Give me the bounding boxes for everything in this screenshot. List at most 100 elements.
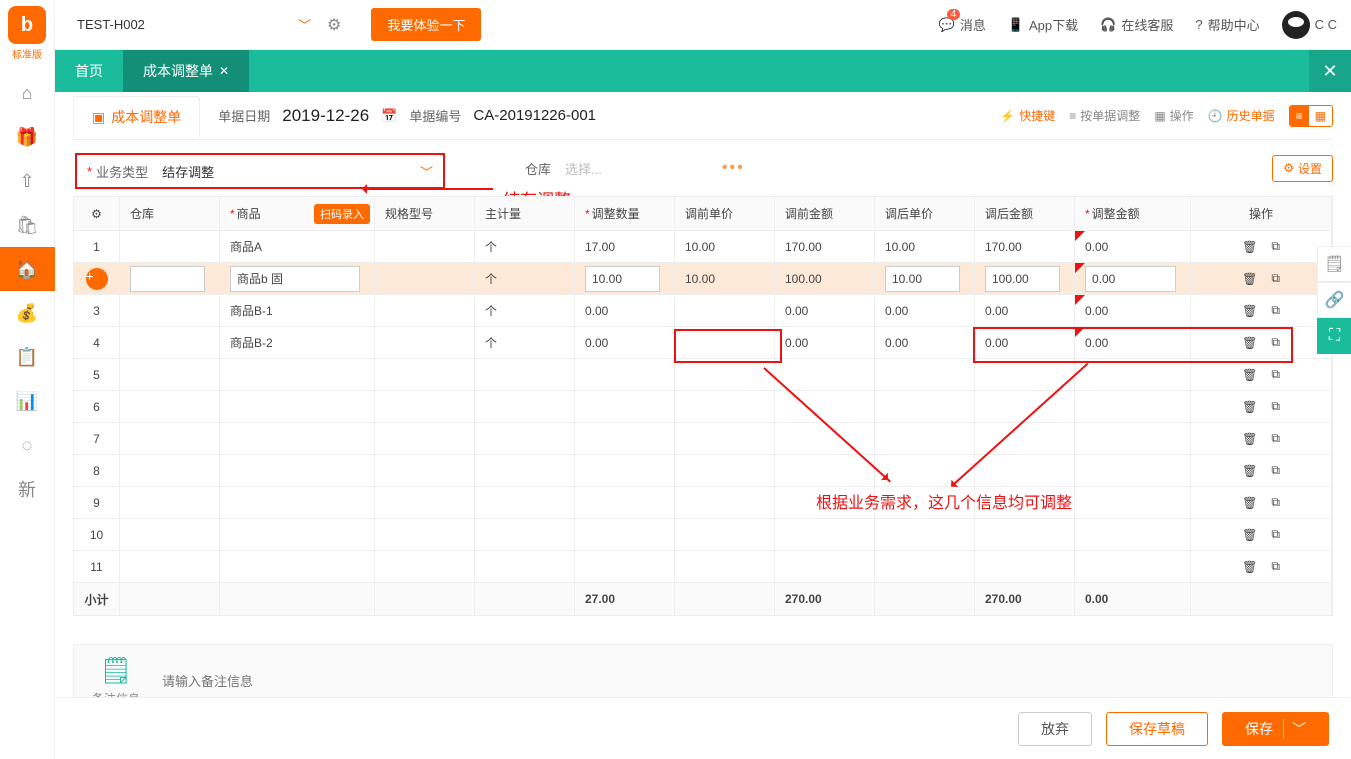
col-warehouse: 仓库 bbox=[120, 197, 220, 230]
remark-input[interactable] bbox=[162, 674, 1314, 689]
nav-clipboard-icon[interactable]: 📋 bbox=[0, 335, 55, 379]
copy-row-icon[interactable]: ⧉ bbox=[1271, 367, 1280, 382]
right-tool-rail: 🗒 🔗 ⛶ bbox=[1317, 246, 1351, 354]
save-draft-button[interactable]: 保存草稿 bbox=[1106, 712, 1208, 746]
app-logo: b bbox=[8, 6, 46, 44]
messages-link[interactable]: 💬 4 消息 bbox=[939, 15, 986, 34]
delete-row-icon[interactable]: 🗑 bbox=[1242, 240, 1257, 254]
view-toggle[interactable]: ≡▦ bbox=[1289, 105, 1333, 127]
tenant-selector[interactable]: TEST-H002 ﹀ bbox=[69, 10, 319, 40]
delete-row-icon[interactable]: 🗑 bbox=[1242, 528, 1257, 542]
copy-row-icon[interactable]: ⧉ bbox=[1271, 463, 1280, 478]
copy-row-icon[interactable]: ⧉ bbox=[1271, 527, 1280, 542]
delete-row-icon[interactable]: 🗑 bbox=[1242, 336, 1257, 350]
app-download-link[interactable]: 📱App下载 bbox=[1008, 15, 1078, 34]
table-row[interactable]: 4商品B-2个0.000.000.000.000.00🗑⧉ bbox=[74, 327, 1332, 359]
app-edition: 标准版 bbox=[12, 46, 42, 61]
table-row[interactable]: +商品b 固个10.0010.00100.0010.00100.000.00🗑⧉ bbox=[74, 263, 1332, 295]
bolt-icon: ⚡ bbox=[1000, 109, 1015, 123]
nav-gift-icon[interactable]: 🎁 bbox=[0, 115, 55, 159]
gear-icon[interactable]: ⚙ bbox=[327, 15, 341, 35]
doc-no-label: 单据编号 bbox=[409, 106, 461, 125]
chevron-down-icon[interactable]: ﹀ bbox=[1283, 719, 1306, 739]
customer-service-link[interactable]: 🎧在线客服 bbox=[1100, 15, 1173, 34]
help-center-link[interactable]: ?帮助中心 bbox=[1195, 15, 1259, 34]
nav-money-icon[interactable]: 💰 bbox=[0, 291, 55, 335]
view-grid-icon[interactable]: ▦ bbox=[1309, 106, 1332, 126]
chevron-down-icon: ﹀ bbox=[298, 15, 311, 34]
copy-row-icon[interactable]: ⧉ bbox=[1271, 303, 1280, 318]
note-tool-icon[interactable]: 🗒 bbox=[1317, 246, 1351, 282]
copy-row-icon[interactable]: ⧉ bbox=[1271, 559, 1280, 574]
col-pre-price: 调前单价 bbox=[675, 197, 775, 230]
scan-input-chip[interactable]: 扫码录入 bbox=[314, 204, 370, 224]
nav-cycle-icon[interactable]: ◌ bbox=[0, 423, 55, 467]
table-row[interactable]: 10🗑⧉ bbox=[74, 519, 1332, 551]
nav-upload-icon[interactable]: ⇧ bbox=[0, 159, 55, 203]
note-icon: 🗒 bbox=[92, 655, 140, 686]
col-ops: 操作 bbox=[1191, 197, 1332, 230]
add-row-icon[interactable]: + bbox=[86, 268, 108, 290]
doc-header: ▣ 成本调整单 单据日期 2019-12-26 📅 单据编号 CA-201912… bbox=[73, 92, 1333, 140]
close-all-tabs[interactable]: ✕ bbox=[1309, 50, 1351, 92]
adjust-by-bill-link[interactable]: ≡按单据调整 bbox=[1069, 107, 1140, 124]
left-nav-rail: b 标准版 ⌂ 🎁 ⇧ 🛍 🏠 💰 📋 📊 ◌ 新 bbox=[0, 0, 55, 759]
copy-row-icon[interactable]: ⧉ bbox=[1271, 431, 1280, 446]
table-row[interactable]: 3商品B-1个0.000.000.000.000.00🗑⧉ bbox=[74, 295, 1332, 327]
settings-button[interactable]: ⚙设置 bbox=[1272, 155, 1333, 182]
delete-row-icon[interactable]: 🗑 bbox=[1242, 400, 1257, 414]
history-link[interactable]: 🕘历史单据 bbox=[1208, 107, 1275, 124]
try-button[interactable]: 我要体验一下 bbox=[371, 8, 481, 41]
nav-bag-icon[interactable]: 🛍 bbox=[0, 203, 55, 247]
page-tab-bar: 首页 成本调整单 ✕ ✕ bbox=[55, 50, 1351, 92]
copy-row-icon[interactable]: ⧉ bbox=[1271, 239, 1280, 254]
nav-new-icon[interactable]: 新 bbox=[0, 467, 55, 511]
table-row[interactable]: 8🗑⧉ bbox=[74, 455, 1332, 487]
more-icon[interactable]: ••• bbox=[722, 159, 745, 177]
doc-date-value[interactable]: 2019-12-26 bbox=[282, 106, 369, 126]
calendar-icon[interactable]: 📅 bbox=[381, 108, 397, 124]
tab-cost-adjust[interactable]: 成本调整单 ✕ bbox=[123, 50, 249, 92]
tab-home[interactable]: 首页 bbox=[55, 50, 123, 92]
expand-tool-icon[interactable]: ⛶ bbox=[1317, 318, 1351, 354]
grid-footer: 小计 27.00 270.00 270.00 0.00 bbox=[74, 583, 1332, 615]
doc-title-tab[interactable]: ▣ 成本调整单 bbox=[73, 96, 200, 137]
delete-row-icon[interactable]: 🗑 bbox=[1242, 432, 1257, 446]
user-menu[interactable]: C C bbox=[1282, 11, 1337, 39]
save-button[interactable]: 保存﹀ bbox=[1222, 712, 1329, 746]
nav-home-icon[interactable]: ⌂ bbox=[0, 71, 55, 115]
subtotal-label: 小计 bbox=[74, 583, 120, 615]
remark-section: 🗒 备注信息 bbox=[73, 644, 1333, 697]
close-icon[interactable]: ✕ bbox=[219, 64, 229, 78]
delete-row-icon[interactable]: 🗑 bbox=[1242, 560, 1257, 574]
discard-button[interactable]: 放弃 bbox=[1018, 712, 1092, 746]
delete-row-icon[interactable]: 🗑 bbox=[1242, 304, 1257, 318]
table-row[interactable]: 6🗑⧉ bbox=[74, 391, 1332, 423]
col-spec: 规格型号 bbox=[375, 197, 475, 230]
grid-icon: ▦ bbox=[1154, 109, 1165, 123]
delete-row-icon[interactable]: 🗑 bbox=[1242, 496, 1257, 510]
delete-row-icon[interactable]: 🗑 bbox=[1242, 464, 1257, 478]
col-settings-icon[interactable]: ⚙ bbox=[74, 197, 120, 230]
copy-row-icon[interactable]: ⧉ bbox=[1271, 271, 1280, 286]
hotkey-link[interactable]: ⚡快捷键 bbox=[1000, 107, 1055, 124]
operations-link[interactable]: ▦操作 bbox=[1154, 107, 1193, 124]
nav-warehouse-icon[interactable]: 🏠 bbox=[0, 247, 55, 291]
copy-row-icon[interactable]: ⧉ bbox=[1271, 399, 1280, 414]
table-row[interactable]: 5🗑⧉ bbox=[74, 359, 1332, 391]
business-type-select[interactable]: * 业务类型 结存调整 ﹀ bbox=[75, 153, 445, 189]
nav-report-icon[interactable]: 📊 bbox=[0, 379, 55, 423]
delete-row-icon[interactable]: 🗑 bbox=[1242, 272, 1257, 286]
view-list-icon[interactable]: ≡ bbox=[1290, 106, 1309, 126]
copy-row-icon[interactable]: ⧉ bbox=[1271, 495, 1280, 510]
link-tool-icon[interactable]: 🔗 bbox=[1317, 282, 1351, 318]
table-row[interactable]: 9🗑⧉ bbox=[74, 487, 1332, 519]
delete-row-icon[interactable]: 🗑 bbox=[1242, 368, 1257, 382]
table-row[interactable]: 11🗑⧉ bbox=[74, 551, 1332, 583]
copy-row-icon[interactable]: ⧉ bbox=[1271, 335, 1280, 350]
col-product: *商品扫码录入 bbox=[220, 197, 375, 230]
warehouse-select[interactable]: 选择... bbox=[565, 159, 602, 178]
table-row[interactable]: 7🗑⧉ bbox=[74, 423, 1332, 455]
top-bar: TEST-H002 ﹀ ⚙ 我要体验一下 💬 4 消息 📱App下载 🎧在线客服… bbox=[55, 0, 1351, 50]
table-row[interactable]: 1商品A个17.0010.00170.0010.00170.000.00🗑⧉ bbox=[74, 231, 1332, 263]
